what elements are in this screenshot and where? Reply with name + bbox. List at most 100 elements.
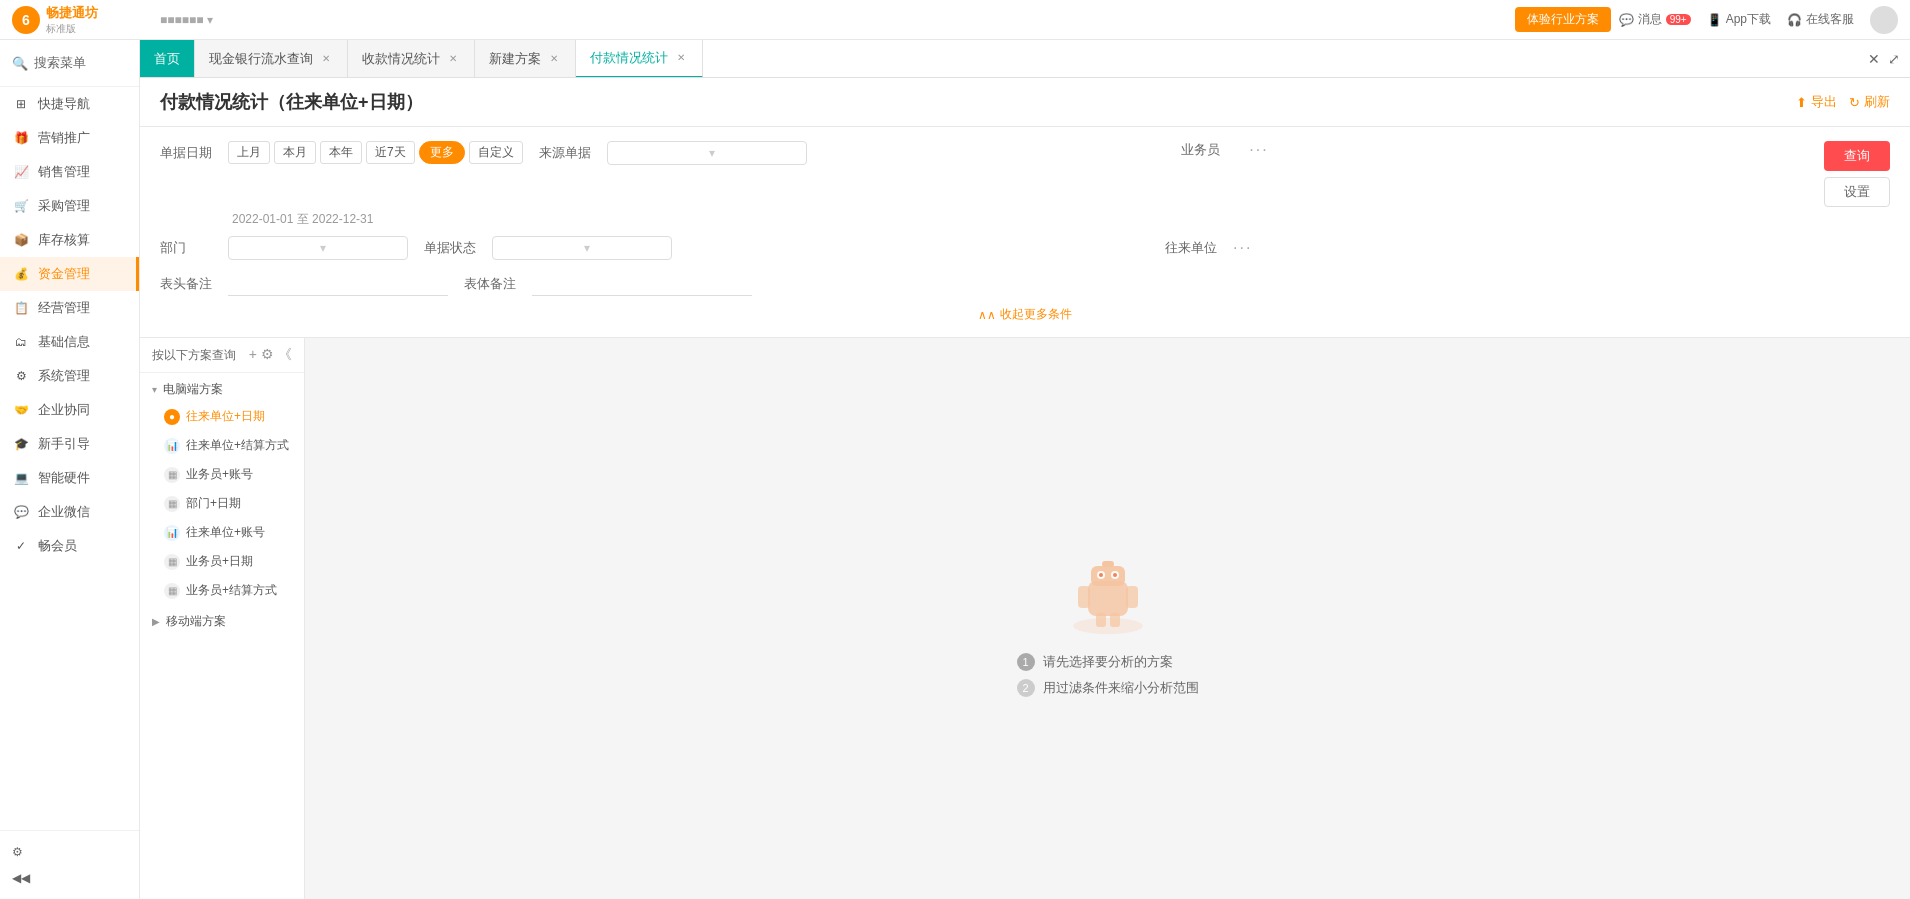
collapse-more-button[interactable]: ∧∧ 收起更多条件 — [160, 306, 1890, 323]
scheme-item-agent-account[interactable]: ▦ 业务员+账号 — [140, 460, 304, 489]
voucher-status-select[interactable]: ▾ — [492, 236, 672, 260]
date-7days[interactable]: 近7天 — [366, 141, 415, 164]
sidebar-item-label: 采购管理 — [38, 197, 90, 215]
sidebar-item-purchase[interactable]: 🛒 采购管理 — [0, 189, 139, 223]
tab-new-plan-close[interactable]: ✕ — [547, 52, 561, 66]
sidebar-item-label: 畅会员 — [38, 537, 77, 555]
counterpart-label: 往来单位 — [1165, 239, 1225, 257]
mobile-scheme-group: ▶ 移动端方案 — [140, 605, 304, 634]
empty-illustration — [1058, 541, 1158, 641]
messages-badge: 99+ — [1666, 14, 1691, 25]
setting-button[interactable]: 设置 — [1824, 177, 1890, 207]
collapse-label: 收起更多条件 — [1000, 306, 1072, 323]
sidebar-item-weixin[interactable]: 💬 企业微信 — [0, 495, 139, 529]
scheme-item-agent-settlement[interactable]: ▦ 业务员+结算方式 — [140, 576, 304, 605]
scheme-collapse-icon[interactable]: 《 — [278, 346, 292, 364]
sidebar-item-basic-info[interactable]: 🗂 基础信息 — [0, 325, 139, 359]
table-head-note-input[interactable] — [228, 272, 448, 296]
tab-new-plan-label: 新建方案 — [489, 50, 541, 68]
empty-steps: 1 请先选择要分析的方案 2 用过滤条件来缩小分析范围 — [1017, 653, 1199, 697]
scheme-item-counterpart-date[interactable]: ● 往来单位+日期 — [140, 402, 304, 431]
logo-area: 6 畅捷通坊 标准版 — [12, 4, 152, 36]
sidebar-item-marketing[interactable]: 🎁 营销推广 — [0, 121, 139, 155]
scheme-item-agent-date[interactable]: ▦ 业务员+日期 — [140, 547, 304, 576]
sidebar-item-hardware[interactable]: 💻 智能硬件 — [0, 461, 139, 495]
scheme-group-desktop-header[interactable]: ▾ 电脑端方案 — [140, 373, 304, 402]
search-icon: 🔍 — [12, 56, 28, 71]
search-menu[interactable]: 🔍 搜索菜单 — [0, 48, 139, 78]
tab-bank-close[interactable]: ✕ — [319, 52, 333, 66]
app-download-button[interactable]: 📱 App下载 — [1707, 11, 1771, 28]
sidebar-item-operations[interactable]: 📋 经营管理 — [0, 291, 139, 325]
refresh-button[interactable]: ↻ 刷新 — [1849, 93, 1890, 111]
scheme-item-counterpart-settlement[interactable]: 📊 往来单位+结算方式 — [140, 431, 304, 460]
counterpart-dots[interactable]: ··· — [1233, 239, 1252, 257]
scheme-add-icon[interactable]: + — [249, 346, 257, 364]
sidebar-item-sales[interactable]: 📈 销售管理 — [0, 155, 139, 189]
sidebar-item-label: 销售管理 — [38, 163, 90, 181]
query-button[interactable]: 查询 — [1824, 141, 1890, 171]
mobile-group-label: 移动端方案 — [166, 613, 226, 630]
sidebar-item-quick-nav[interactable]: ⊞ 快捷导航 — [0, 87, 139, 121]
sidebar-item-label: 经营管理 — [38, 299, 90, 317]
tab-bank[interactable]: 现金银行流水查询 ✕ — [195, 40, 348, 78]
close-window-icon[interactable]: ✕ — [1868, 51, 1880, 67]
agent-dots[interactable]: ··· — [1249, 141, 1268, 159]
sidebar-top: 🔍 搜索菜单 — [0, 40, 139, 87]
sidebar-item-label: 资金管理 — [38, 265, 90, 283]
service-icon: 🎧 — [1787, 13, 1802, 27]
desktop-group-chevron: ▾ — [152, 384, 157, 395]
sidebar-item-label: 系统管理 — [38, 367, 90, 385]
svg-point-8 — [1113, 573, 1117, 577]
refresh-label: 刷新 — [1864, 93, 1890, 111]
maximize-icon[interactable]: ⤢ — [1888, 51, 1900, 67]
dept-select[interactable]: ▾ — [228, 236, 408, 260]
date-this-month[interactable]: 本月 — [274, 141, 316, 164]
app-download-label: App下载 — [1726, 11, 1771, 28]
date-last-month[interactable]: 上月 — [228, 141, 270, 164]
sidebar-item-collab[interactable]: 🤝 企业协同 — [0, 393, 139, 427]
date-more[interactable]: 更多 — [419, 141, 465, 164]
experience-button[interactable]: 体验行业方案 — [1515, 7, 1611, 32]
messages-button[interactable]: 💬 消息 99+ — [1619, 11, 1691, 28]
logo-name: 畅捷通坊 — [46, 4, 98, 22]
sidebar-item-label: 企业微信 — [38, 503, 90, 521]
tab-payments-close[interactable]: ✕ — [674, 51, 688, 65]
sidebar-item-member[interactable]: ✓ 畅会员 — [0, 529, 139, 563]
table-body-note-input[interactable] — [532, 272, 752, 296]
sidebar-collapse[interactable]: ◀◀ — [0, 865, 139, 891]
collab-icon: 🤝 — [12, 401, 30, 419]
tab-new-plan[interactable]: 新建方案 ✕ — [475, 40, 576, 78]
tab-home[interactable]: 首页 — [140, 40, 195, 78]
sidebar-item-inventory[interactable]: 📦 库存核算 — [0, 223, 139, 257]
svg-rect-4 — [1091, 566, 1125, 586]
sidebar-item-finance[interactable]: 💰 资金管理 — [0, 257, 139, 291]
desktop-scheme-group: ▾ 电脑端方案 ● 往来单位+日期 📊 往来单位+结算方式 ▦ 业务员+账号 — [140, 373, 304, 605]
scheme-item-dept-date[interactable]: ▦ 部门+日期 — [140, 489, 304, 518]
export-button[interactable]: ⬆ 导出 — [1796, 93, 1837, 111]
basic-info-icon: 🗂 — [12, 333, 30, 351]
tab-receipts[interactable]: 收款情况统计 ✕ — [348, 40, 475, 78]
mobile-group-chevron: ▶ — [152, 616, 160, 627]
source-select[interactable]: ▾ — [607, 141, 807, 165]
dept-chevron: ▾ — [320, 241, 399, 255]
header-breadcrumb: ■■■■■■ ▾ — [160, 13, 1507, 27]
hardware-icon: 💻 — [12, 469, 30, 487]
scheme-item-counterpart-account[interactable]: 📊 往来单位+账号 — [140, 518, 304, 547]
online-service-button[interactable]: 🎧 在线客服 — [1787, 11, 1854, 28]
scheme-group-mobile-header[interactable]: ▶ 移动端方案 — [140, 605, 304, 634]
scheme-item-icon-4: 📊 — [164, 525, 180, 541]
messages-label: 消息 — [1638, 11, 1662, 28]
user-avatar[interactable] — [1870, 6, 1898, 34]
sidebar-settings[interactable]: ⚙ — [0, 839, 139, 865]
tab-receipts-close[interactable]: ✕ — [446, 52, 460, 66]
online-service-label: 在线客服 — [1806, 11, 1854, 28]
scheme-settings-icon[interactable]: ⚙ — [261, 346, 274, 364]
svg-point-0 — [1073, 618, 1143, 634]
sidebar-item-system[interactable]: ⚙ 系统管理 — [0, 359, 139, 393]
tab-payments[interactable]: 付款情况统计 ✕ — [576, 40, 703, 78]
date-this-year[interactable]: 本年 — [320, 141, 362, 164]
collapse-icon: ◀◀ — [12, 871, 30, 885]
date-custom[interactable]: 自定义 — [469, 141, 523, 164]
sidebar-item-guide[interactable]: 🎓 新手引导 — [0, 427, 139, 461]
